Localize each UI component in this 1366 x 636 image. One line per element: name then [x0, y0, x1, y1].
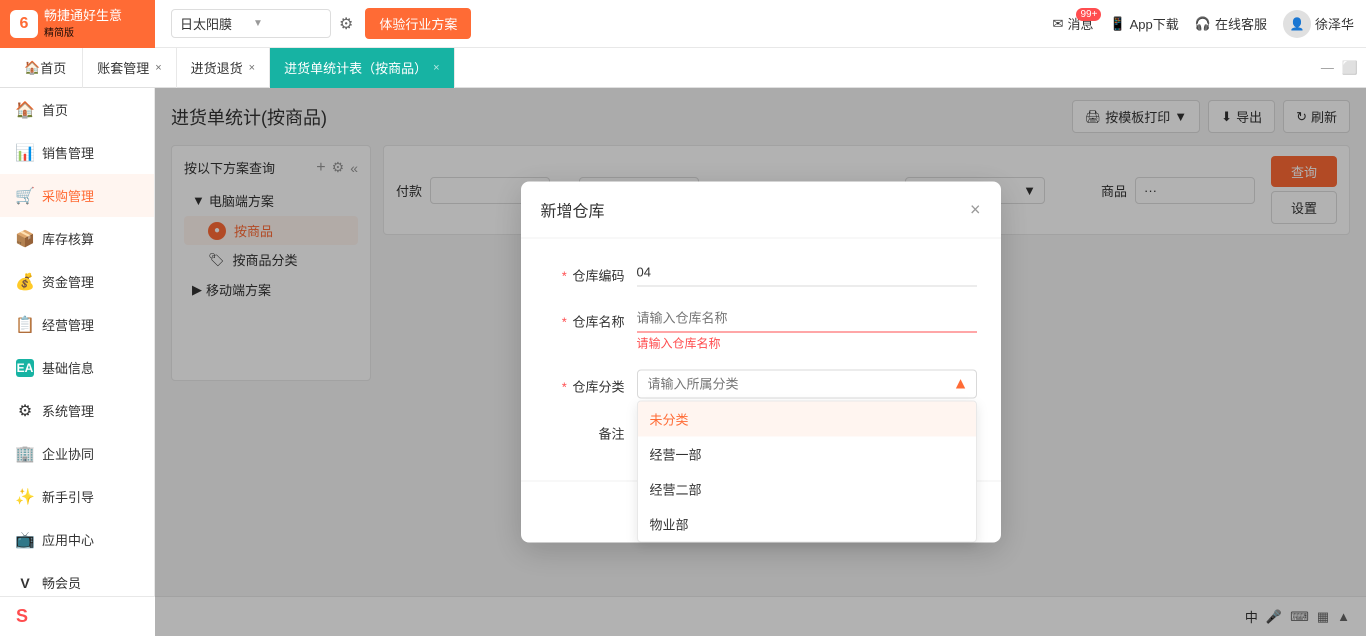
- s-logo-icon: S: [16, 606, 28, 627]
- guide-icon: ✨: [16, 488, 34, 506]
- member-icon: V: [16, 574, 34, 592]
- home-sidebar-icon: 🏠: [16, 101, 34, 119]
- purchase-icon: 🛒: [16, 187, 34, 205]
- add-warehouse-modal: 新增仓库 × 仓库编码 仓库名称: [521, 182, 1001, 543]
- sidebar-item-home[interactable]: 🏠 首页: [0, 88, 154, 131]
- name-label: 仓库名称: [545, 305, 625, 331]
- close-tab-accounts[interactable]: ×: [155, 62, 161, 74]
- sidebar-item-purchase[interactable]: 🛒 采购管理: [0, 174, 154, 217]
- store-search[interactable]: 日太阳膜 ▼: [171, 9, 331, 38]
- header-right: ✉ 消息 99+ 📱 App下载 🎧 在线客服 👤 徐泽华: [1053, 10, 1354, 38]
- main-layout: 🏠 首页 📊 销售管理 🛒 采购管理 📦 库存核算 💰 资金管理 📋 经营管理 …: [0, 88, 1366, 636]
- dropdown-item-dept1[interactable]: 经营一部: [638, 437, 976, 472]
- tab-accounts[interactable]: 账套管理 ×: [83, 48, 176, 88]
- avatar: 👤: [1283, 10, 1311, 38]
- content-area: 进货单统计(按商品) 🖨 按模板打印 ▼ ⬇ 导出 ↻ 刷新: [155, 88, 1366, 636]
- settings-icon[interactable]: ⚙: [339, 14, 353, 34]
- tab-expand-icon[interactable]: ⬜: [1342, 60, 1358, 76]
- category-input[interactable]: [637, 370, 977, 399]
- modal-close-button[interactable]: ×: [970, 199, 981, 220]
- name-input[interactable]: [637, 305, 977, 333]
- system-icon: ⚙: [16, 402, 34, 420]
- basics-icon: EA: [16, 359, 34, 377]
- sidebar-label-system: 系统管理: [42, 401, 94, 420]
- category-toggle-icon[interactable]: ▲: [953, 375, 969, 393]
- finance-icon: 💰: [16, 273, 34, 291]
- logo-text-block: 畅捷通好生意 精简版: [44, 8, 122, 40]
- sidebar-item-inventory[interactable]: 📦 库存核算: [0, 217, 154, 260]
- code-label: 仓库编码: [545, 259, 625, 285]
- code-input[interactable]: [637, 259, 977, 287]
- phone-icon: 📱: [1109, 16, 1125, 32]
- online-service-button[interactable]: 🎧 在线客服: [1195, 14, 1267, 33]
- sidebar-label-enterprise: 企业协同: [42, 444, 94, 463]
- form-row-category: 仓库分类 ▲ 未分类 经营一部: [545, 370, 977, 399]
- category-dropdown: 未分类 经营一部 经营二部 物业部: [637, 401, 977, 543]
- sidebar-label-apps: 应用中心: [42, 530, 94, 549]
- message-badge: 99+: [1076, 8, 1101, 21]
- category-input-wrap: ▲ 未分类 经营一部 经营二部: [637, 370, 977, 399]
- enterprise-icon: 🏢: [16, 445, 34, 463]
- sidebar-label-inventory: 库存核算: [42, 229, 94, 248]
- tab-home[interactable]: 🏠 首页: [8, 48, 83, 88]
- modal-header: 新增仓库 ×: [521, 182, 1001, 239]
- user-info[interactable]: 👤 徐泽华: [1283, 10, 1354, 38]
- logo-name: 畅捷通好生意: [44, 8, 122, 25]
- sidebar-item-operations[interactable]: 📋 经营管理: [0, 303, 154, 346]
- home-icon: 🏠: [24, 60, 40, 76]
- dropdown-item-uncategorized[interactable]: 未分类: [638, 402, 976, 437]
- headset-icon: 🎧: [1195, 16, 1211, 32]
- inventory-icon: 📦: [16, 230, 34, 248]
- sidebar-label-sales: 销售管理: [42, 143, 94, 162]
- trial-button[interactable]: 体验行业方案: [365, 8, 471, 39]
- top-header: 6 畅捷通好生意 精简版 日太阳膜 ▼ ⚙ 体验行业方案 ✉ 消息 99+ 📱 …: [0, 0, 1366, 48]
- sidebar-label-finance: 资金管理: [42, 272, 94, 291]
- dropdown-item-property[interactable]: 物业部: [638, 507, 976, 542]
- form-row-name: 仓库名称 请输入仓库名称: [545, 305, 977, 352]
- sidebar-item-finance[interactable]: 💰 资金管理: [0, 260, 154, 303]
- app-download-button[interactable]: 📱 App下载: [1109, 14, 1178, 33]
- sidebar-label-operations: 经营管理: [42, 315, 94, 334]
- sidebar-item-basics[interactable]: EA 基础信息: [0, 346, 154, 389]
- category-label: 仓库分类: [545, 370, 625, 396]
- sidebar-item-guide[interactable]: ✨ 新手引导: [0, 475, 154, 518]
- tab-purchase-return[interactable]: 进货退货 ×: [177, 48, 270, 88]
- tab-purchase-stats[interactable]: 进货单统计表（按商品） ×: [270, 48, 454, 88]
- modal-body: 仓库编码 仓库名称 请输入仓库名称: [521, 239, 1001, 473]
- sidebar-label-guide: 新手引导: [42, 487, 94, 506]
- sidebar: 🏠 首页 📊 销售管理 🛒 采购管理 📦 库存核算 💰 资金管理 📋 经营管理 …: [0, 88, 155, 636]
- notes-label: 备注: [545, 417, 625, 443]
- bottom-left: S: [16, 606, 28, 627]
- tab-minimize-icon[interactable]: —: [1321, 60, 1334, 75]
- message-button[interactable]: ✉ 消息 99+: [1053, 14, 1094, 33]
- sales-icon: 📊: [16, 144, 34, 162]
- operations-icon: 📋: [16, 316, 34, 334]
- logo-icon: 6: [10, 10, 38, 38]
- tab-bar-right: — ⬜: [1321, 60, 1358, 76]
- sidebar-item-apps[interactable]: 📺 应用中心: [0, 518, 154, 561]
- name-input-wrap: 请输入仓库名称: [637, 305, 977, 352]
- sidebar-label-basics: 基础信息: [42, 358, 94, 377]
- sidebar-label-home: 首页: [42, 100, 68, 119]
- form-row-code: 仓库编码: [545, 259, 977, 287]
- name-error-msg: 请输入仓库名称: [637, 335, 977, 352]
- modal-title: 新增仓库: [541, 198, 605, 222]
- username: 徐泽华: [1315, 14, 1354, 33]
- apps-icon: 📺: [16, 531, 34, 549]
- sidebar-item-enterprise[interactable]: 🏢 企业协同: [0, 432, 154, 475]
- close-tab-purchase-stats[interactable]: ×: [433, 62, 439, 74]
- logo-area: 6 畅捷通好生意 精简版: [0, 0, 155, 48]
- message-icon: ✉: [1053, 16, 1064, 32]
- sidebar-item-system[interactable]: ⚙ 系统管理: [0, 389, 154, 432]
- sidebar-item-sales[interactable]: 📊 销售管理: [0, 131, 154, 174]
- store-name: 日太阳膜: [180, 14, 249, 33]
- sidebar-label-member: 畅会员: [42, 573, 81, 592]
- close-tab-purchase-return[interactable]: ×: [249, 62, 255, 74]
- tab-bar: 🏠 首页 账套管理 × 进货退货 × 进货单统计表（按商品） × — ⬜: [0, 48, 1366, 88]
- dropdown-item-dept2[interactable]: 经营二部: [638, 472, 976, 507]
- store-dropdown-arrow: ▼: [253, 18, 322, 29]
- sidebar-label-purchase: 采购管理: [42, 186, 94, 205]
- logo-sub: 精简版: [44, 24, 122, 39]
